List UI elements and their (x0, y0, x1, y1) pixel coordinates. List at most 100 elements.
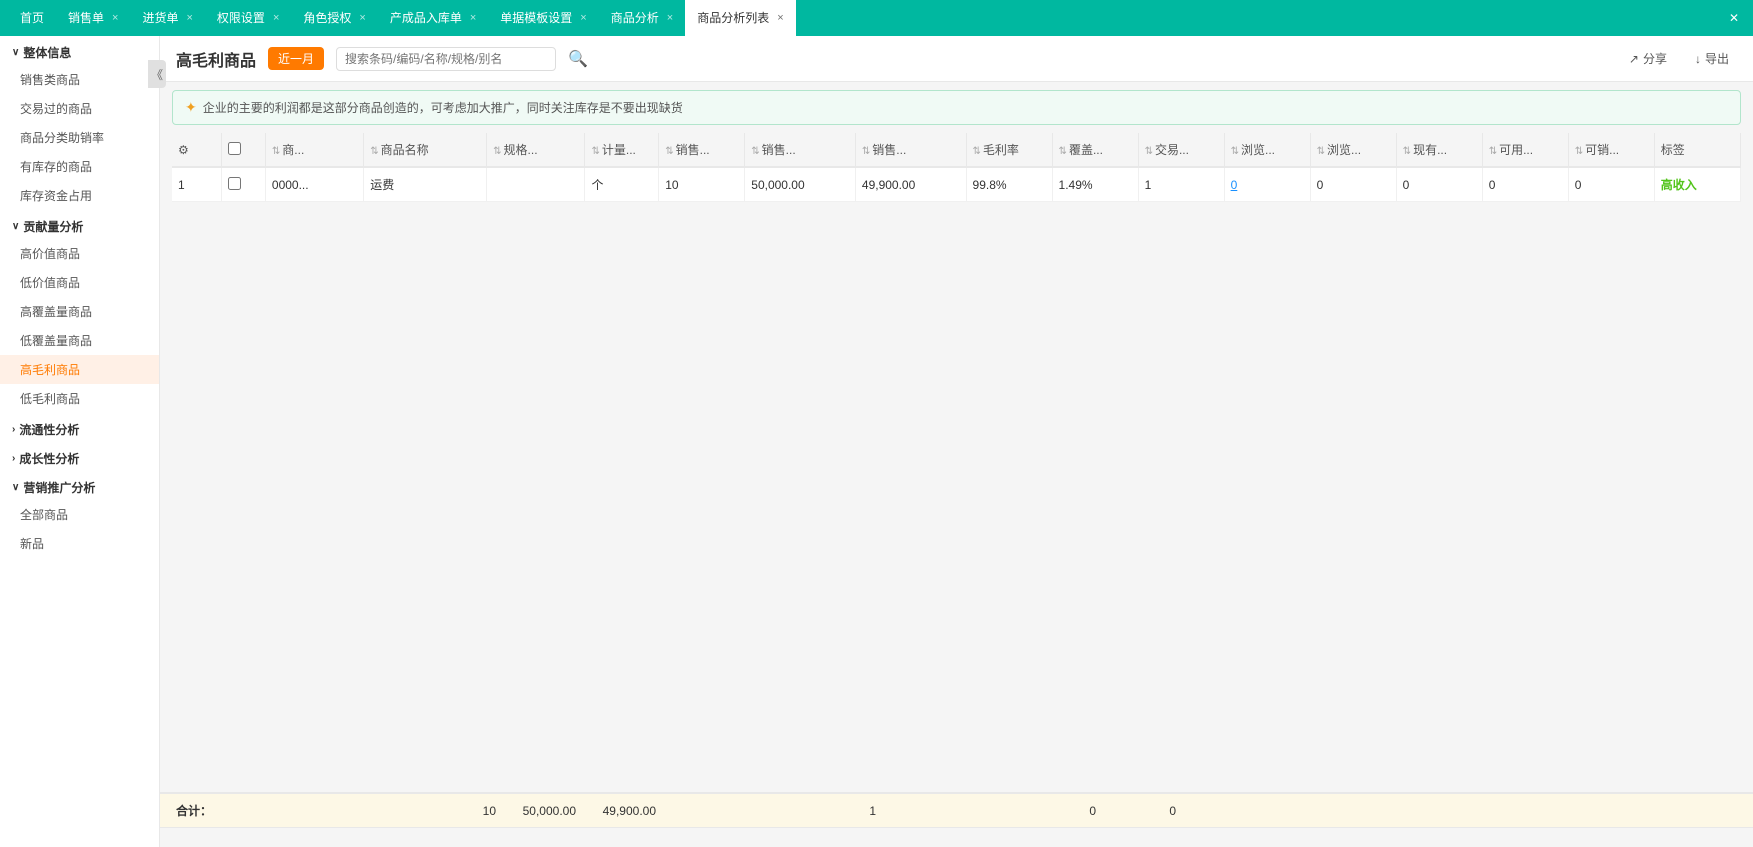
sidebar-item-traded-goods[interactable]: 交易过的商品 (0, 94, 159, 123)
col-header-unit[interactable]: ⇅计量... (585, 133, 659, 167)
nav-sales[interactable]: 销售单 × (56, 0, 130, 36)
col-header-gross-rate[interactable]: ⇅毛利率 (966, 133, 1052, 167)
col-header-stock1[interactable]: ⇅现有... (1396, 133, 1482, 167)
sidebar-item-high-margin[interactable]: 高毛利商品 (0, 355, 159, 384)
sidebar-item-high-value[interactable]: 高价值商品 (0, 239, 159, 268)
goods-table: ⚙ ⇅商... ⇅商品名称 ⇅规格... (172, 133, 1741, 202)
nav-analysis-list-close[interactable]: × (777, 0, 783, 36)
nav-product-analysis-close[interactable]: × (667, 0, 673, 36)
footer-sales-amt: 50,000.00 (504, 804, 584, 818)
footer-stock1: 0 (1024, 804, 1104, 818)
nav-home-label: 首页 (20, 0, 44, 36)
col-header-check (221, 133, 265, 167)
info-banner-text: 企业的主要的利润都是这部分商品创造的，可考虑加大推广，同时关注库存是不要出现缺货 (203, 99, 683, 116)
sidebar-item-low-coverage[interactable]: 低覆盖量商品 (0, 326, 159, 355)
col-header-num: ⚙ (172, 133, 221, 167)
filter-recent-month-button[interactable]: 近一月 (268, 47, 324, 70)
section-overall-arrow: ∨ (12, 47, 19, 58)
col-header-spec[interactable]: ⇅规格... (487, 133, 585, 167)
sidebar-item-all-goods[interactable]: 全部商品 (0, 500, 159, 529)
nav-purchase-close[interactable]: × (186, 0, 192, 36)
section-growth-arrow: › (12, 453, 15, 464)
content-header: 高毛利商品 近一月 🔍 ↗ 分享 ↓ 导出 (160, 36, 1753, 82)
col-header-sellable[interactable]: ⇅可销... (1568, 133, 1654, 167)
col-header-cover-rate[interactable]: ⇅覆盖... (1052, 133, 1138, 167)
section-marketing-arrow: ∨ (12, 482, 19, 493)
sidebar-section-contribution[interactable]: ∨ 贡献量分析 (0, 210, 159, 239)
footer-sales-profit: 49,900.00 (584, 804, 664, 818)
col-header-browse2[interactable]: ⇅浏览... (1310, 133, 1396, 167)
top-navigation: 首页 销售单 × 进货单 × 权限设置 × 角色授权 × 产成品入库单 × 单据… (0, 0, 1753, 36)
horizontal-scrollbar[interactable] (160, 827, 1753, 847)
col-header-code[interactable]: ⇅商... (265, 133, 363, 167)
sidebar-item-in-stock[interactable]: 有库存的商品 (0, 152, 159, 181)
nav-product-analysis-label: 商品分析 (611, 0, 659, 36)
col-header-browse1[interactable]: ⇅浏览... (1224, 133, 1310, 167)
nav-home[interactable]: 首页 (8, 0, 56, 36)
col-header-trade-count[interactable]: ⇅交易... (1138, 133, 1224, 167)
section-growth-label: 成长性分析 (19, 450, 79, 467)
nav-purchase[interactable]: 进货单 × (130, 0, 204, 36)
section-liquidity-label: 流通性分析 (19, 421, 79, 438)
section-overall-label: 整体信息 (23, 44, 71, 61)
select-all-checkbox[interactable] (228, 142, 241, 155)
settings-icon[interactable]: ⚙ (178, 143, 189, 157)
section-marketing-label: 营销推广分析 (23, 479, 95, 496)
search-button[interactable]: 🔍 (568, 49, 588, 69)
export-icon: ↓ (1695, 52, 1701, 66)
info-icon: ✦ (185, 99, 197, 116)
main-layout: ∨ 整体信息 销售类商品 交易过的商品 商品分类助销率 有库存的商品 库存资金占… (0, 36, 1753, 847)
page-title: 高毛利商品 (176, 47, 256, 71)
nav-template[interactable]: 单据模板设置 × (488, 0, 598, 36)
export-button[interactable]: ↓ 导出 (1687, 46, 1737, 71)
search-input[interactable] (336, 47, 556, 71)
sidebar-item-high-coverage[interactable]: 高覆盖量商品 (0, 297, 159, 326)
sidebar-item-new-goods[interactable]: 新品 (0, 529, 159, 558)
sidebar: ∨ 整体信息 销售类商品 交易过的商品 商品分类助销率 有库存的商品 库存资金占… (0, 36, 160, 847)
nav-products-in[interactable]: 产成品入库单 × (378, 0, 488, 36)
window-controls: ✕ (1723, 9, 1745, 27)
table-row: 10000...运费个1050,000.0049,900.0099.8%1.49… (172, 167, 1741, 202)
share-icon: ↗ (1629, 52, 1639, 66)
window-close-btn[interactable]: ✕ (1723, 9, 1745, 27)
nav-products-in-label: 产成品入库单 (390, 0, 462, 36)
sidebar-section-growth[interactable]: › 成长性分析 (0, 442, 159, 471)
nav-permissions-close[interactable]: × (273, 0, 279, 36)
nav-sales-label: 销售单 (68, 0, 104, 36)
nav-purchase-label: 进货单 (142, 0, 178, 36)
nav-sales-close[interactable]: × (112, 0, 118, 36)
content-area: 高毛利商品 近一月 🔍 ↗ 分享 ↓ 导出 ✦ 企业的主要的利润都是这部分商品创… (160, 36, 1753, 847)
nav-roles-close[interactable]: × (359, 0, 365, 36)
table-container[interactable]: ⚙ ⇅商... ⇅商品名称 ⇅规格... (172, 133, 1741, 827)
sidebar-section-overall[interactable]: ∨ 整体信息 (0, 36, 159, 65)
footer-label: 合计： (176, 802, 224, 819)
col-header-sales-profit[interactable]: ⇅销售... (855, 133, 966, 167)
nav-roles[interactable]: 角色授权 × (291, 0, 377, 36)
section-contribution-label: 贡献量分析 (23, 218, 83, 235)
sidebar-item-category-rate[interactable]: 商品分类助销率 (0, 123, 159, 152)
col-header-tag: 标签 (1654, 133, 1740, 167)
sidebar-collapse-button[interactable]: 《 (148, 60, 166, 88)
col-header-sales-qty[interactable]: ⇅销售... (659, 133, 745, 167)
sidebar-item-low-value[interactable]: 低价值商品 (0, 268, 159, 297)
nav-permissions[interactable]: 权限设置 × (205, 0, 291, 36)
sidebar-item-stock-capital[interactable]: 库存资金占用 (0, 181, 159, 210)
share-button[interactable]: ↗ 分享 (1621, 46, 1675, 71)
sidebar-section-marketing[interactable]: ∨ 营销推广分析 (0, 471, 159, 500)
nav-products-in-close[interactable]: × (470, 0, 476, 36)
sidebar-item-low-margin[interactable]: 低毛利商品 (0, 384, 159, 413)
footer-stock2: 0 (1104, 804, 1184, 818)
sidebar-item-sales-goods[interactable]: 销售类商品 (0, 65, 159, 94)
footer-trade-count: 1 (804, 804, 884, 818)
col-header-stock2[interactable]: ⇅可用... (1482, 133, 1568, 167)
nav-product-analysis[interactable]: 商品分析 × (599, 0, 685, 36)
nav-analysis-list[interactable]: 商品分析列表 × (685, 0, 795, 36)
footer-sales-qty: 10 (424, 804, 504, 818)
row-checkbox[interactable] (228, 177, 241, 190)
sidebar-section-liquidity[interactable]: › 流通性分析 (0, 413, 159, 442)
info-banner: ✦ 企业的主要的利润都是这部分商品创造的，可考虑加大推广，同时关注库存是不要出现… (172, 90, 1741, 125)
nav-template-close[interactable]: × (580, 0, 586, 36)
col-header-sales-amt[interactable]: ⇅销售... (745, 133, 856, 167)
section-liquidity-arrow: › (12, 424, 15, 435)
col-header-name[interactable]: ⇅商品名称 (364, 133, 487, 167)
